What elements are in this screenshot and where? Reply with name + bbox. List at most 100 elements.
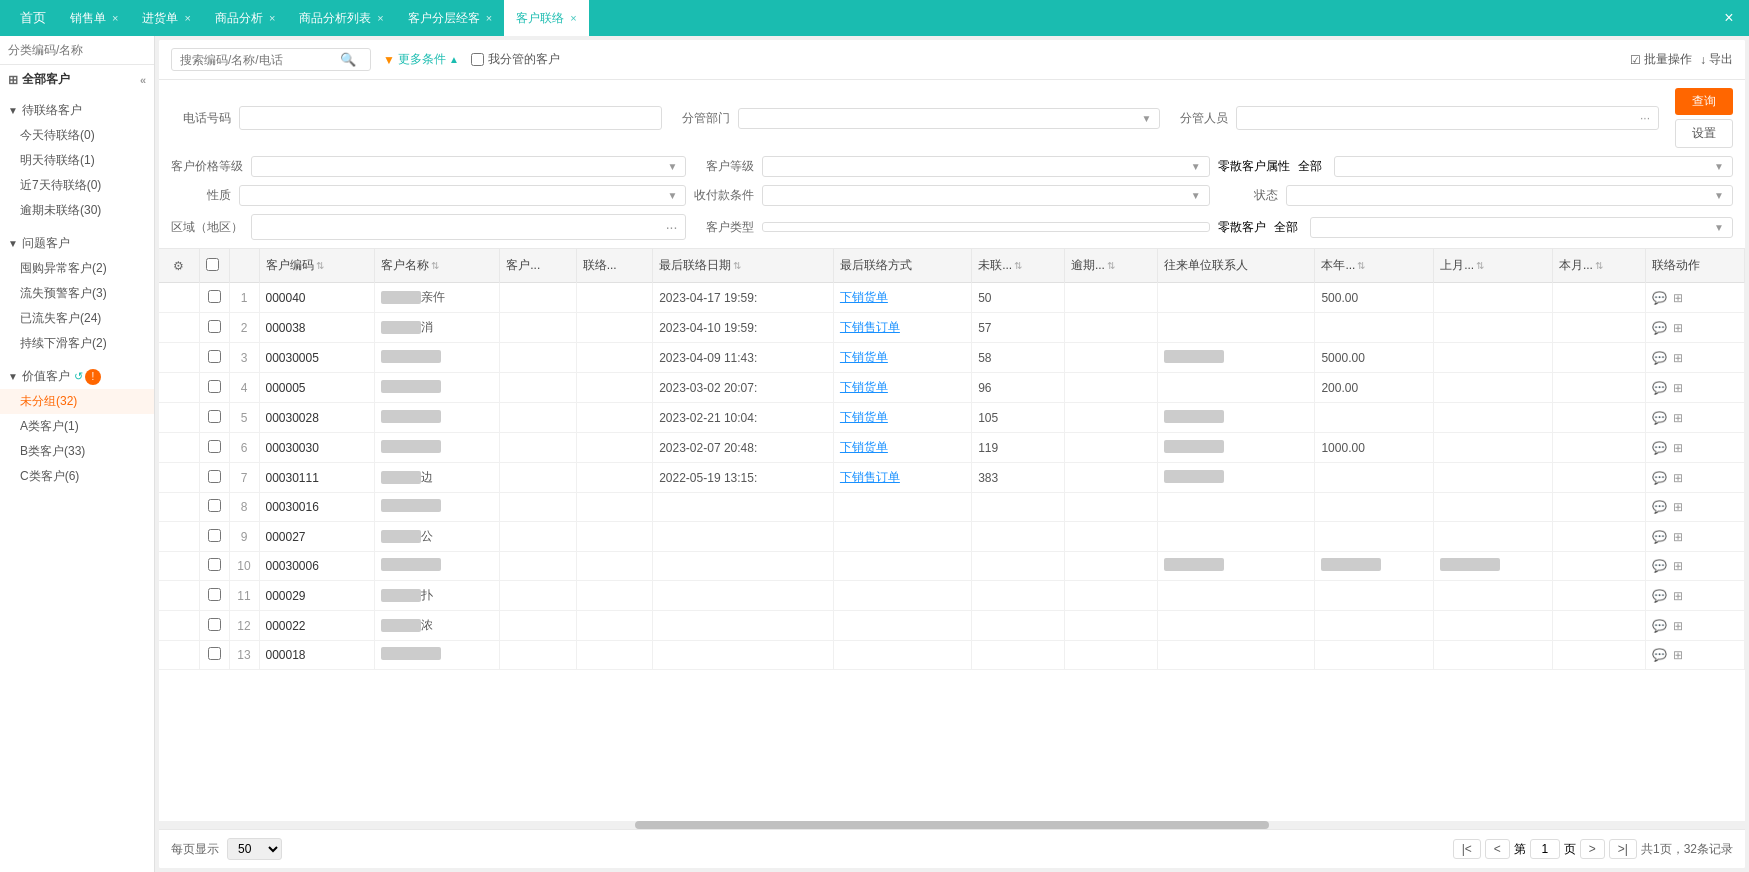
sidebar-search-input[interactable] — [8, 43, 155, 57]
area-select[interactable]: ··· — [251, 214, 686, 240]
more-conditions-button[interactable]: ▼ 更多条件 ▲ — [383, 51, 459, 68]
sidebar-item-7day-pending[interactable]: 近7天待联络(0) — [0, 173, 154, 198]
td-checkbox[interactable] — [199, 373, 229, 403]
grid-action-icon[interactable]: ⊞ — [1673, 530, 1683, 544]
search-input[interactable] — [180, 53, 340, 67]
close-icon-product-analysis-list[interactable]: × — [377, 12, 383, 24]
grid-action-icon[interactable]: ⊞ — [1673, 559, 1683, 573]
message-icon[interactable]: 💬 — [1652, 619, 1667, 633]
scrollbar-thumb[interactable] — [635, 821, 1269, 829]
message-icon[interactable]: 💬 — [1652, 500, 1667, 514]
next-page-button[interactable]: > — [1580, 839, 1605, 859]
message-icon[interactable]: 💬 — [1652, 291, 1667, 305]
td-checkbox[interactable] — [199, 611, 229, 641]
td-last-contact-method[interactable] — [833, 552, 971, 581]
sidebar-item-hoarding-anomaly[interactable]: 囤购异常客户(2) — [0, 256, 154, 281]
sidebar-item-declining[interactable]: 持续下滑客户(2) — [0, 331, 154, 356]
customer-type-select[interactable] — [762, 222, 1209, 232]
sidebar-item-churn-warning[interactable]: 流失预警客户(3) — [0, 281, 154, 306]
prev-page-button[interactable]: < — [1485, 839, 1510, 859]
td-checkbox[interactable] — [199, 403, 229, 433]
contact-method-link[interactable]: 下销货单 — [840, 290, 888, 304]
row-checkbox[interactable] — [208, 470, 221, 483]
message-icon[interactable]: 💬 — [1652, 381, 1667, 395]
td-checkbox[interactable] — [199, 581, 229, 611]
td-last-contact-method[interactable]: 下销货单 — [833, 433, 971, 463]
sidebar-item-ungrouped[interactable]: 未分组(32) — [0, 389, 154, 414]
td-checkbox[interactable] — [199, 522, 229, 552]
group-title-pending-contact[interactable]: ▼ 待联络客户 — [0, 98, 154, 123]
first-page-button[interactable]: |< — [1453, 839, 1481, 859]
row-checkbox[interactable] — [208, 529, 221, 542]
th-code[interactable]: 客户编码 ⇅ — [259, 249, 374, 283]
contact-method-link[interactable]: 下销货单 — [840, 440, 888, 454]
phone-input[interactable] — [239, 106, 662, 130]
th-overdue[interactable]: 逾期... ⇅ — [1064, 249, 1157, 283]
sidebar-item-class-b[interactable]: B类客户(33) — [0, 439, 154, 464]
td-last-contact-method[interactable]: 下销货单 — [833, 283, 971, 313]
td-last-contact-method[interactable] — [833, 611, 971, 641]
settings-icon[interactable]: ⚙ — [173, 259, 184, 273]
sidebar-item-class-c[interactable]: C类客户(6) — [0, 464, 154, 489]
grid-action-icon[interactable]: ⊞ — [1673, 441, 1683, 455]
select-all-checkbox[interactable] — [206, 258, 219, 271]
sidebar-item-today-pending[interactable]: 今天待联络(0) — [0, 123, 154, 148]
td-checkbox[interactable] — [199, 433, 229, 463]
dots-icon[interactable]: ··· — [1640, 111, 1650, 125]
message-icon[interactable]: 💬 — [1652, 648, 1667, 662]
close-icon-sales-order[interactable]: × — [112, 12, 118, 24]
row-checkbox[interactable] — [208, 558, 221, 571]
td-last-contact-method[interactable]: 下销货单 — [833, 343, 971, 373]
last-page-button[interactable]: >| — [1609, 839, 1637, 859]
contact-method-link[interactable]: 下销售订单 — [840, 320, 900, 334]
message-icon[interactable]: 💬 — [1652, 530, 1667, 544]
sidebar-item-churned[interactable]: 已流失客户(24) — [0, 306, 154, 331]
price-level-select[interactable]: ▼ — [251, 156, 686, 177]
td-checkbox[interactable] — [199, 313, 229, 343]
grid-action-icon[interactable]: ⊞ — [1673, 619, 1683, 633]
tab-product-analysis-list[interactable]: 商品分析列表 × — [287, 0, 395, 36]
contact-method-link[interactable]: 下销货单 — [840, 410, 888, 424]
th-no-contact[interactable]: 未联... ⇅ — [972, 249, 1065, 283]
contact-method-link[interactable]: 下销货单 — [840, 350, 888, 364]
group-title-problem-customers[interactable]: ▼ 问题客户 — [0, 231, 154, 256]
message-icon[interactable]: 💬 — [1652, 441, 1667, 455]
grid-action-icon[interactable]: ⊞ — [1673, 321, 1683, 335]
close-icon-customer-contact[interactable]: × — [570, 12, 576, 24]
my-customers-checkbox[interactable] — [471, 53, 484, 66]
message-icon[interactable]: 💬 — [1652, 589, 1667, 603]
dots-icon[interactable]: ··· — [666, 219, 678, 235]
td-checkbox[interactable] — [199, 552, 229, 581]
row-checkbox[interactable] — [208, 380, 221, 393]
person-select[interactable]: ··· — [1236, 106, 1659, 130]
reset-button[interactable]: 设置 — [1675, 119, 1733, 148]
td-last-contact-method[interactable] — [833, 581, 971, 611]
query-button[interactable]: 查询 — [1675, 88, 1733, 115]
zero-attr-select[interactable]: ▼ — [1334, 156, 1733, 177]
td-last-contact-method[interactable]: 下销售订单 — [833, 463, 971, 493]
th-this-year[interactable]: 本年... ⇅ — [1315, 249, 1434, 283]
row-checkbox[interactable] — [208, 588, 221, 601]
grid-action-icon[interactable]: ⊞ — [1673, 291, 1683, 305]
th-contact[interactable]: 联络... — [576, 249, 652, 283]
td-last-contact-method[interactable] — [833, 522, 971, 552]
td-last-contact-method[interactable] — [833, 641, 971, 670]
contact-method-link[interactable]: 下销货单 — [840, 380, 888, 394]
td-last-contact-method[interactable]: 下销货单 — [833, 403, 971, 433]
page-number-input[interactable] — [1530, 839, 1560, 859]
message-icon[interactable]: 💬 — [1652, 559, 1667, 573]
row-checkbox[interactable] — [208, 350, 221, 363]
td-checkbox[interactable] — [199, 493, 229, 522]
th-settings[interactable]: ⚙ — [159, 249, 199, 283]
all-customers-header[interactable]: ⊞ 全部客户 « — [0, 65, 154, 94]
status-select[interactable]: ▼ — [1286, 185, 1733, 206]
row-checkbox[interactable] — [208, 440, 221, 453]
grid-action-icon[interactable]: ⊞ — [1673, 351, 1683, 365]
td-checkbox[interactable] — [199, 641, 229, 670]
tab-sales-order[interactable]: 销售单 × — [58, 0, 130, 36]
tab-customer-contact[interactable]: 客户联络 × — [504, 0, 588, 36]
sidebar-item-class-a[interactable]: A类客户(1) — [0, 414, 154, 439]
th-this-month[interactable]: 本月... ⇅ — [1552, 249, 1645, 283]
export-button[interactable]: ↓ 导出 — [1700, 51, 1733, 68]
collapse-icon[interactable]: « — [140, 74, 146, 86]
